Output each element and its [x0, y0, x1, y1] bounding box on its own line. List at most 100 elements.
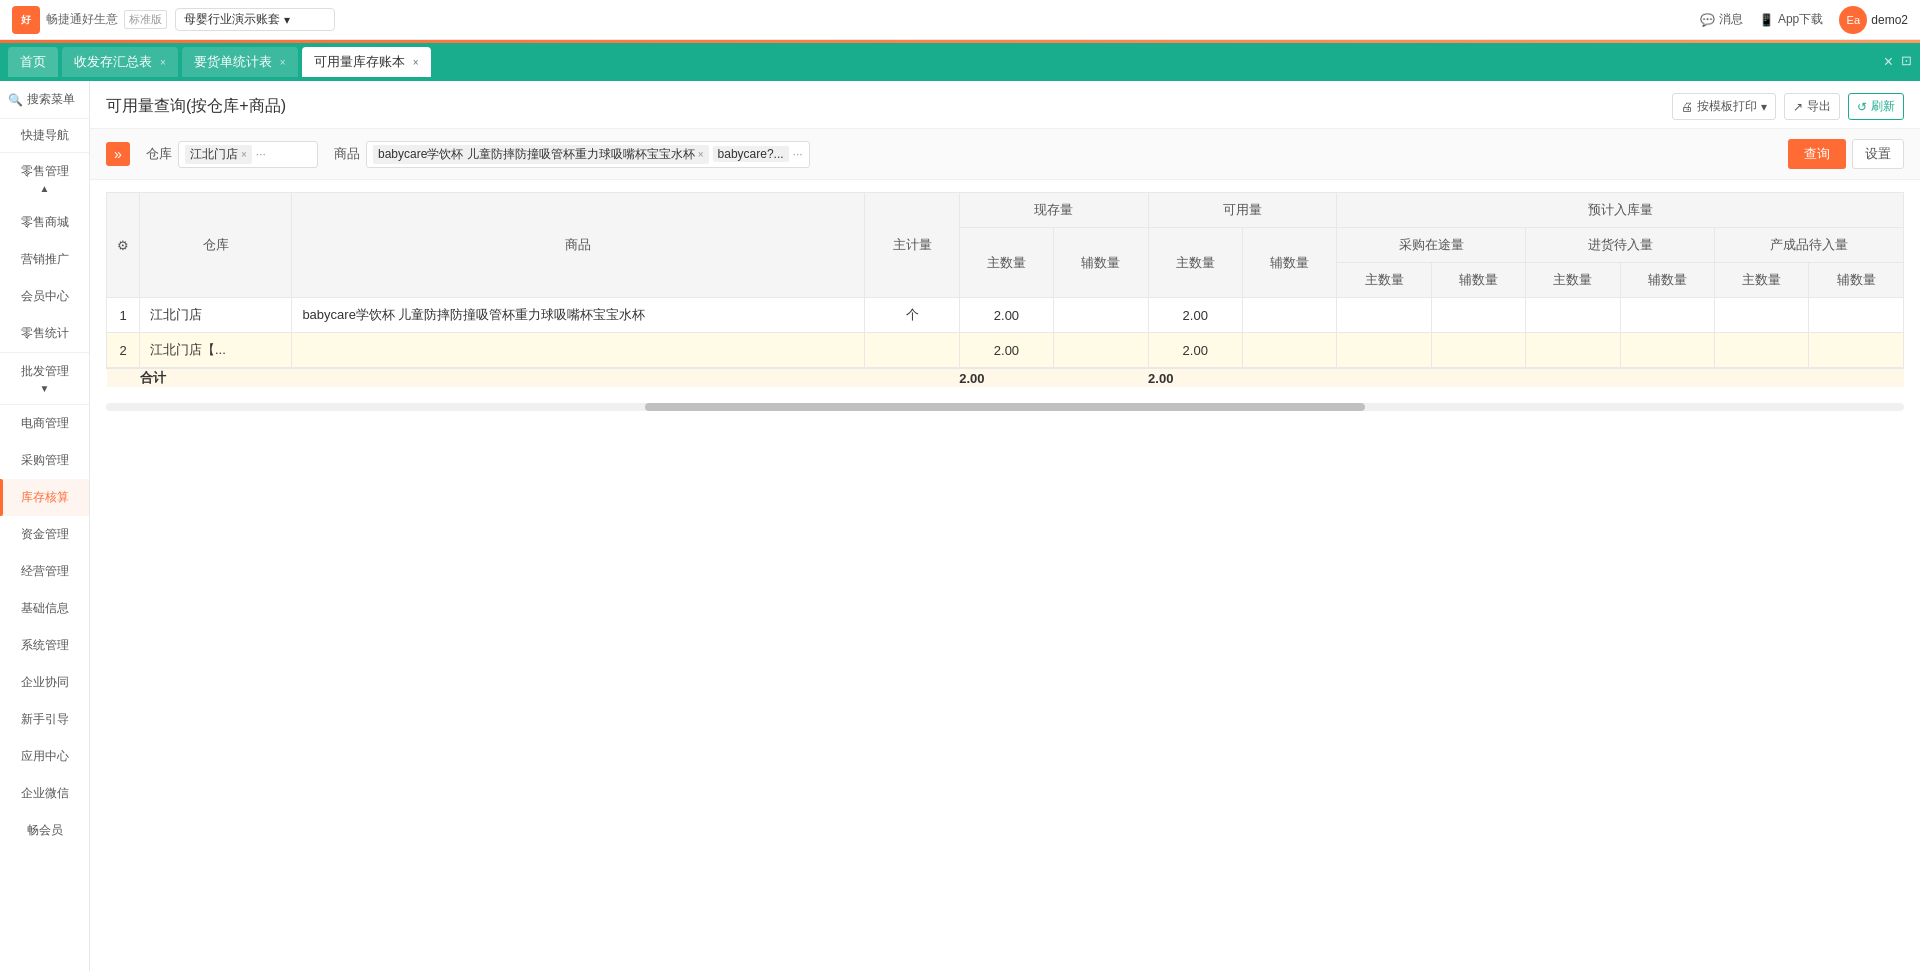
sidebar-item-basic-info[interactable]: 基础信息: [0, 590, 89, 627]
sidebar-item-operations[interactable]: 经营管理: [0, 553, 89, 590]
refresh-btn[interactable]: ↺ 刷新: [1848, 93, 1904, 120]
col-available-header: 可用量: [1148, 193, 1337, 228]
row2-stock-main: 2.00: [959, 333, 1053, 369]
tab-order-close[interactable]: ×: [280, 57, 286, 68]
warehouse-more-icon[interactable]: ···: [256, 147, 266, 161]
sidebar-item-label: 系统管理: [21, 637, 69, 654]
sidebar-item-wholesale-mgmt[interactable]: 批发管理 ▼: [0, 353, 89, 404]
sidebar-item-app-center[interactable]: 应用中心: [0, 738, 89, 775]
tab-available-inventory[interactable]: 可用量库存账本 ×: [302, 47, 431, 77]
close-all-tabs-btn[interactable]: ×: [1884, 53, 1893, 71]
tab-home[interactable]: 首页: [8, 47, 58, 77]
row2-avail-main: 2.00: [1148, 333, 1242, 369]
sidebar-item-marketing[interactable]: 营销推广: [0, 241, 89, 278]
logo-area: 好 畅捷通好生意 标准版: [12, 6, 167, 34]
row1-product: babycare学饮杯 儿童防摔防撞吸管杯重力球吸嘴杯宝宝水杯: [292, 298, 865, 333]
row1-incoming-aux: [1620, 298, 1714, 333]
product-filter-label: 商品: [334, 145, 360, 163]
app-download-action[interactable]: 📱 App下载: [1759, 11, 1823, 28]
active-indicator: [0, 479, 3, 516]
message-action[interactable]: 💬 消息: [1700, 11, 1743, 28]
scroll-area: [90, 399, 1920, 419]
col-planned-inbound-header: 预计入库量: [1337, 193, 1904, 228]
settings-icon: ⚙: [117, 238, 129, 253]
query-btn[interactable]: 查询: [1788, 139, 1846, 169]
export-label: 导出: [1807, 98, 1831, 115]
footer-label: 合计: [140, 368, 292, 387]
main-layout: 🔍 搜索菜单 快捷导航 零售管理 ▲ 零售商城 营销推广 会员中心 零售统计: [0, 81, 1920, 971]
page-container: 可用量查询(按仓库+商品) 🖨 按模板打印 ▾ ↗ 导出 ↺ 刷新: [90, 81, 1920, 971]
tab-order-label: 要货单统计表: [194, 53, 272, 71]
sidebar-item-label: 零售统计: [21, 325, 69, 342]
settings-btn[interactable]: 设置: [1852, 139, 1904, 169]
sidebar-item-vip-member[interactable]: 畅会员: [0, 812, 89, 849]
app-icon: 📱: [1759, 13, 1774, 27]
col-settings[interactable]: ⚙: [107, 193, 140, 298]
footer-empty2: [292, 368, 865, 387]
sidebar-item-retail-mall[interactable]: 零售商城: [0, 204, 89, 241]
footer-stock-aux: [1054, 368, 1148, 387]
tab-receipt-summary[interactable]: 收发存汇总表 ×: [62, 47, 178, 77]
sidebar-quick-nav[interactable]: 快捷导航: [0, 119, 89, 153]
sidebar-item-enterprise-wechat[interactable]: 企业微信: [0, 775, 89, 812]
row2-unit: [865, 333, 959, 369]
col-stock-main-header: 主数量: [959, 228, 1053, 298]
sidebar-item-retail-stats[interactable]: 零售统计: [0, 315, 89, 352]
sidebar-group-wholesale: 批发管理 ▼: [0, 353, 89, 405]
warehouse-filter-input[interactable]: 江北门店 × ···: [178, 141, 318, 168]
scroll-track[interactable]: [106, 403, 1904, 411]
refresh-label: 刷新: [1871, 98, 1895, 115]
col-product-header: 商品: [292, 193, 865, 298]
chevron-down-icon: ▾: [284, 13, 290, 27]
footer-purchase-aux: [1431, 368, 1525, 387]
user-profile[interactable]: Ea demo2: [1839, 6, 1908, 34]
quick-nav-label: 快捷导航: [21, 128, 69, 142]
warehouse-tag-remove[interactable]: ×: [241, 149, 247, 160]
sidebar-item-label: 基础信息: [21, 600, 69, 617]
top-bar: 好 畅捷通好生意 标准版 母婴行业演示账套 ▾ 💬 消息 📱 App下载 Ea …: [0, 0, 1920, 40]
row2-stock-aux: [1054, 333, 1148, 369]
sidebar-item-new-guide[interactable]: 新手引导: [0, 701, 89, 738]
sidebar-item-inventory[interactable]: 库存核算: [0, 479, 89, 516]
filter-expand-btn[interactable]: »: [106, 142, 130, 166]
sidebar-item-purchase[interactable]: 采购管理: [0, 442, 89, 479]
filter-actions: 查询 设置: [1788, 139, 1904, 169]
tab-inventory-close[interactable]: ×: [413, 57, 419, 68]
col-production-aux-header: 辅数量: [1809, 263, 1904, 298]
col-avail-aux-header: 辅数量: [1242, 228, 1336, 298]
sidebar-item-system-mgmt[interactable]: 系统管理: [0, 627, 89, 664]
col-warehouse-header: 仓库: [140, 193, 292, 298]
sidebar-item-member[interactable]: 会员中心: [0, 278, 89, 315]
sidebar-item-ecommerce[interactable]: 电商管理: [0, 405, 89, 442]
sidebar-search[interactable]: 🔍 搜索菜单: [0, 81, 89, 119]
footer-purchase-main: [1337, 368, 1431, 387]
print-btn[interactable]: 🖨 按模板打印 ▾: [1672, 93, 1776, 120]
product-filter-tag2: babycare?...: [713, 146, 789, 162]
product-more-icon[interactable]: ···: [793, 147, 803, 161]
footer-empty1: [107, 368, 140, 387]
row2-incoming-aux: [1620, 333, 1714, 369]
sidebar-item-retail-mgmt[interactable]: 零售管理 ▲: [0, 153, 89, 204]
printer-icon: 🖨: [1681, 100, 1693, 114]
tab-receipt-close[interactable]: ×: [160, 57, 166, 68]
warehouse-filter-group: 仓库 江北门店 × ···: [146, 141, 318, 168]
company-select[interactable]: 母婴行业演示账套 ▾: [175, 8, 335, 31]
print-chevron-icon: ▾: [1761, 100, 1767, 114]
inventory-table: ⚙ 仓库 商品 主计量 现存量 可用量 预计入库量 主数量 辅数量: [106, 192, 1904, 387]
col-incoming-pending-header: 进货待入量: [1526, 228, 1715, 263]
scroll-thumb[interactable]: [645, 403, 1364, 411]
tab-order-stats[interactable]: 要货单统计表 ×: [182, 47, 298, 77]
footer-production-aux: [1809, 368, 1904, 387]
row1-avail-aux: [1242, 298, 1336, 333]
footer-production-main: [1715, 368, 1809, 387]
row1-avail-main: 2.00: [1148, 298, 1242, 333]
product-filter-input[interactable]: babycare学饮杯 儿童防摔防撞吸管杯重力球吸嘴杯宝宝水杯 × babyca…: [366, 141, 810, 168]
minimize-btn[interactable]: ⊡: [1901, 53, 1912, 71]
export-btn[interactable]: ↗ 导出: [1784, 93, 1840, 120]
tab-bar-actions: × ⊡: [1884, 53, 1912, 71]
sidebar-item-enterprise-collab[interactable]: 企业协同: [0, 664, 89, 701]
top-bar-left: 好 畅捷通好生意 标准版 母婴行业演示账套 ▾: [12, 6, 335, 34]
sidebar-item-finance[interactable]: 资金管理: [0, 516, 89, 553]
row1-stock-main: 2.00: [959, 298, 1053, 333]
product-tag1-remove[interactable]: ×: [698, 149, 704, 160]
